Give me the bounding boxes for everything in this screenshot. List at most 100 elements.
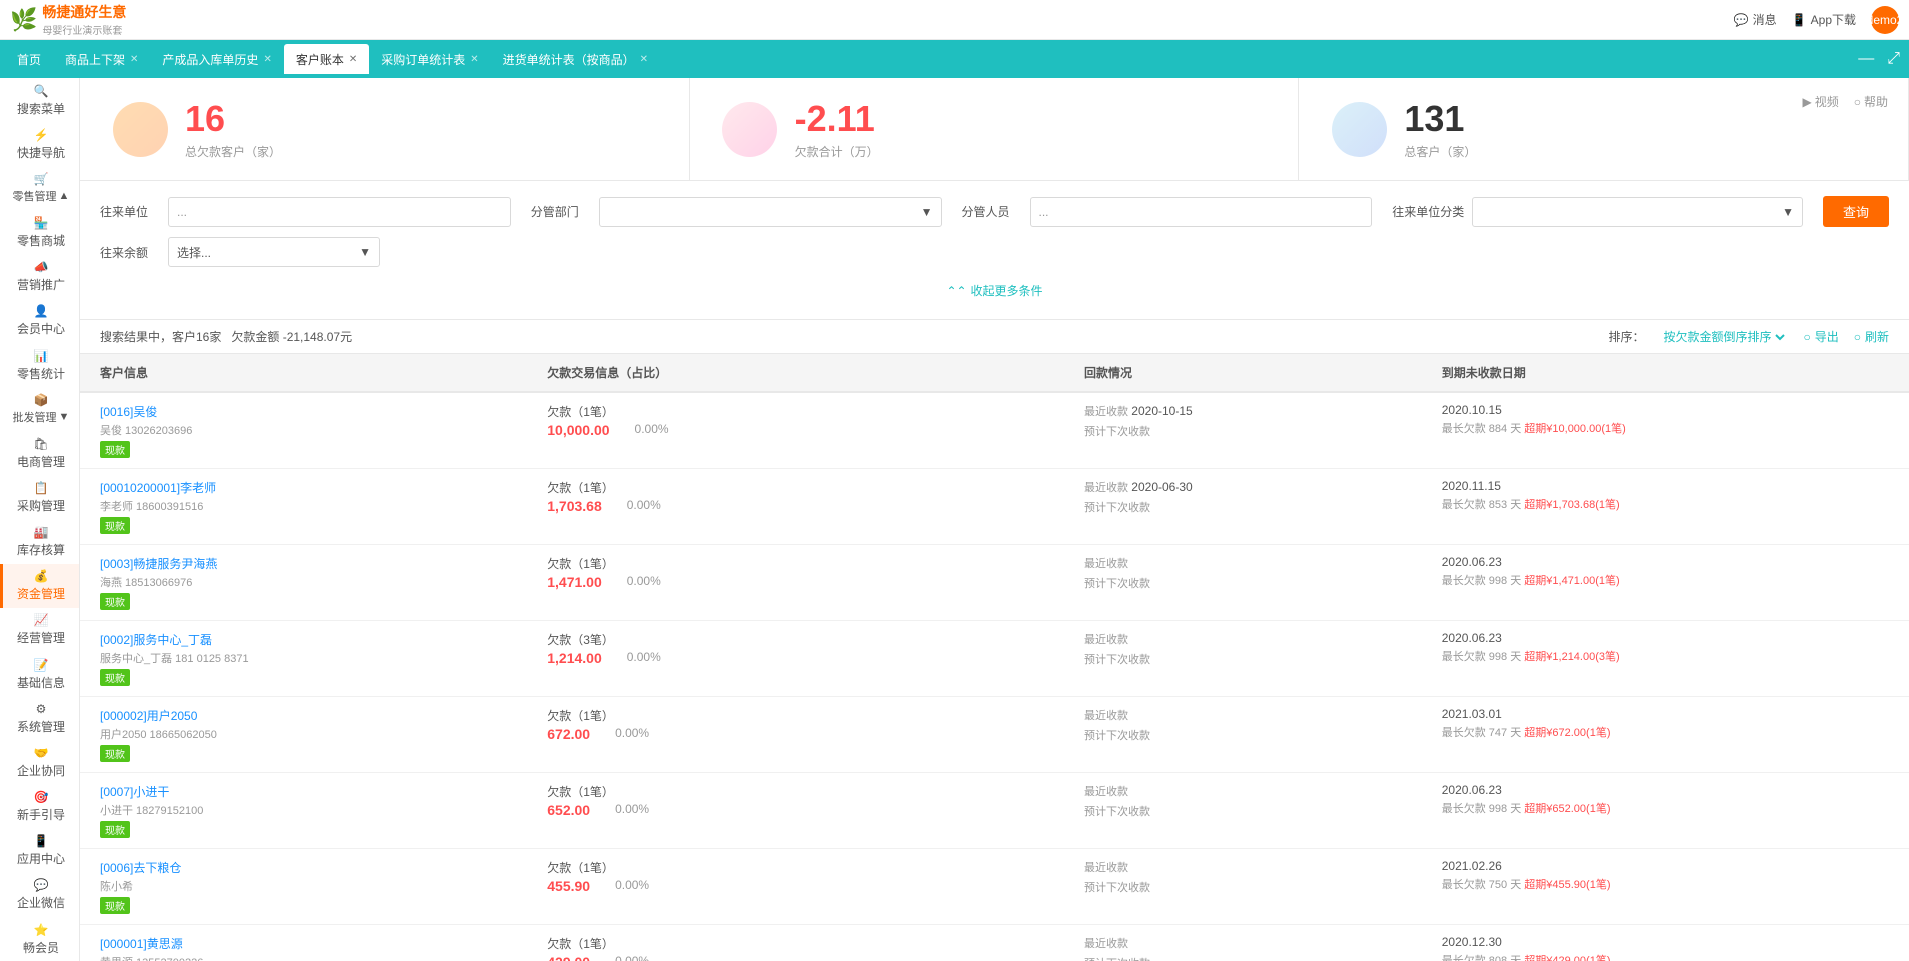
overdue-info-2: 最长欠款 998 天 超期¥1,471.00(1笔): [1442, 572, 1889, 588]
collapse-button[interactable]: ⌃⌃ 收起更多条件: [946, 282, 1042, 299]
close-icon[interactable]: ✕: [640, 54, 648, 65]
sidebar-item-finance[interactable]: 💰 资金管理: [0, 564, 79, 608]
balance-select[interactable]: 选择... ▼: [168, 237, 380, 267]
overdue-amount-2[interactable]: 超期¥1,471.00(1笔): [1524, 575, 1619, 587]
overdue-info-5: 最长欠款 998 天 超期¥652.00(1笔): [1442, 800, 1889, 816]
collection-label-1: 最近收款: [1084, 482, 1128, 494]
video-btn[interactable]: ▶ 视频: [1803, 93, 1839, 110]
table-row: [0016]吴俊 吴俊 13026203696 现款 欠款（1笔） 10,000…: [80, 393, 1909, 469]
sidebar-item-enterprise-coop[interactable]: 🤝 企业协同: [0, 740, 79, 784]
maximize-btn[interactable]: ⤢: [1883, 48, 1904, 70]
sidebar-item-ops-mgmt[interactable]: 📈 经营管理: [0, 608, 79, 652]
sort-select[interactable]: 按欠款金额倒序排序: [1659, 329, 1788, 345]
app-download-btn[interactable]: 📱 App下载: [1792, 11, 1856, 28]
debt-percent-0: 0.00%: [635, 422, 669, 436]
refresh-btn[interactable]: ○ 刷新: [1854, 328, 1889, 345]
tab-customer-account[interactable]: 客户账本 ✕: [284, 44, 369, 74]
sidebar-item-vip-member[interactable]: ⭐ 畅会员: [0, 917, 79, 961]
due-date-6: 2021.02.26: [1442, 859, 1889, 873]
unit-category-select[interactable]: ▼: [1472, 197, 1803, 227]
stat-card-total-customers: 131 总客户（家） ▶ 视频 ○ 帮助: [1299, 78, 1909, 180]
tab-goods-on-off[interactable]: 商品上下架 ✕: [53, 44, 150, 74]
customer-name-1[interactable]: [00010200001]李老师: [100, 479, 547, 496]
customer-name-7[interactable]: [000001]黄思源: [100, 935, 547, 952]
sidebar-item-batch-mgmt[interactable]: 📦 批发管理 ▼: [0, 387, 79, 431]
overdue-amount-0[interactable]: 超期¥10,000.00(1笔): [1524, 423, 1626, 435]
overdue-amount-6[interactable]: 超期¥455.90(1笔): [1524, 879, 1610, 891]
customer-name-5[interactable]: [0007]小进干: [100, 783, 547, 800]
ops-icon: 📈: [34, 613, 49, 627]
close-icon[interactable]: ✕: [263, 54, 271, 65]
date-info-4: 2021.03.01 最长欠款 747 天 超期¥672.00(1笔): [1442, 707, 1889, 740]
sidebar-item-marketing[interactable]: 📣 营销推广: [0, 255, 79, 299]
sidebar-item-retail-mgmt[interactable]: 🛒 零售管理 ▲: [0, 166, 79, 210]
sidebar-item-system-mgmt[interactable]: ⚙ 系统管理: [0, 696, 79, 740]
sidebar-item-search-menu[interactable]: 🔍 搜索菜单: [0, 78, 79, 122]
collection-label-2: 最近收款: [1084, 558, 1128, 570]
sidebar-item-new-guide[interactable]: 🎯 新手引导: [0, 785, 79, 829]
close-icon[interactable]: ✕: [349, 54, 357, 65]
sidebar-item-basic-info[interactable]: 📝 基础信息: [0, 652, 79, 696]
tab-import-stats[interactable]: 进货单统计表（按商品） ✕: [491, 44, 660, 74]
collection-info-0: 最近收款 2020-10-15 预计下次收款: [1084, 403, 1442, 439]
retail-mgmt-icon: 🛒: [34, 172, 49, 186]
tab-product-history[interactable]: 产成品入库单历史 ✕: [150, 44, 283, 74]
stat-card-debt-amount: -2.11 欠款合计（万）: [690, 78, 1300, 180]
tab-purchase-order[interactable]: 采购订单统计表 ✕: [369, 44, 490, 74]
message-btn[interactable]: 💬 消息: [1734, 11, 1777, 28]
overdue-amount-5[interactable]: 超期¥652.00(1笔): [1524, 803, 1610, 815]
manager-input[interactable]: ...: [1030, 197, 1373, 227]
purchase-icon: 📋: [34, 481, 49, 495]
overdue-info-3: 最长欠款 998 天 超期¥1,214.00(3笔): [1442, 648, 1889, 664]
date-info-7: 2020.12.30 最长欠款 808 天 超期¥429.00(1笔): [1442, 935, 1889, 961]
customer-name-3[interactable]: [0002]服务中心_丁磊: [100, 631, 547, 648]
sidebar-item-enterprise-wechat[interactable]: 💬 企业微信: [0, 873, 79, 917]
sidebar-item-inventory[interactable]: 🏭 库存核算: [0, 520, 79, 564]
help-btn[interactable]: ○ 帮助: [1854, 93, 1888, 110]
member-icon: 👤: [34, 304, 49, 318]
overdue-amount-3[interactable]: 超期¥1,214.00(3笔): [1524, 651, 1619, 663]
search-button[interactable]: 查询: [1823, 196, 1889, 227]
overdue-amount-4[interactable]: 超期¥672.00(1笔): [1524, 727, 1610, 739]
filter-area: 往来单位 ... 分管部门 ▼ 分管人员: [80, 181, 1909, 320]
customer-meta-3: 服务中心_丁磊 181 0125 8371: [100, 650, 547, 666]
collection-label-4: 最近收款: [1084, 710, 1128, 722]
balance-placeholder: 选择...: [177, 244, 211, 261]
customer-name-6[interactable]: [0006]去下粮仓: [100, 859, 547, 876]
finance-icon: 💰: [34, 569, 49, 583]
customer-info-0: [0016]吴俊 吴俊 13026203696 现款: [100, 403, 547, 458]
department-select[interactable]: ▼: [599, 197, 942, 227]
customer-meta-0: 吴俊 13026203696: [100, 422, 547, 438]
due-date-0: 2020.10.15: [1442, 403, 1889, 417]
from-unit-input[interactable]: ...: [168, 197, 511, 227]
sidebar-item-quick-nav[interactable]: ⚡ 快捷导航: [0, 122, 79, 166]
refresh-icon: ○: [1854, 330, 1861, 344]
debt-amount-3: 1,214.00: [547, 650, 602, 666]
minimize-btn[interactable]: —: [1854, 48, 1878, 70]
customer-name-2[interactable]: [0003]畅捷服务尹海燕: [100, 555, 547, 572]
app-center-icon: 📱: [34, 834, 49, 848]
close-icon[interactable]: ✕: [130, 54, 138, 65]
tab-home[interactable]: 首页: [5, 44, 53, 74]
sidebar-item-purchase-mgmt[interactable]: 📋 采购管理: [0, 475, 79, 519]
content-area: 16 总欠款客户（家） -2.11 欠款合计（万）: [80, 78, 1909, 961]
customer-name-4[interactable]: [000002]用户2050: [100, 707, 547, 724]
collection-label-0: 最近收款: [1084, 406, 1128, 418]
sidebar-item-app-center[interactable]: 📱 应用中心: [0, 829, 79, 873]
overdue-amount-7[interactable]: 超期¥429.00(1笔): [1524, 955, 1610, 961]
overdue-amount-1[interactable]: 超期¥1,703.68(1笔): [1524, 499, 1619, 511]
manager-label: 分管人员: [962, 203, 1022, 220]
close-icon[interactable]: ✕: [470, 54, 478, 65]
debt-count-3: 欠款（3笔）: [547, 631, 1084, 648]
sidebar-item-ecommerce[interactable]: 🛍 电商管理: [0, 431, 79, 475]
export-btn[interactable]: ○ 导出: [1803, 328, 1838, 345]
debt-amount-1: 1,703.68: [547, 498, 602, 514]
sidebar-item-retail-stats[interactable]: 📊 零售统计: [0, 343, 79, 387]
customer-name-0[interactable]: [0016]吴俊: [100, 403, 547, 420]
sidebar-item-member-center[interactable]: 👤 会员中心: [0, 299, 79, 343]
debt-customers-icon: [110, 99, 170, 159]
sidebar-item-retail-mall[interactable]: 🏪 零售商城: [0, 210, 79, 254]
quick-nav-icon: ⚡: [34, 128, 49, 142]
user-profile[interactable]: demo2: [1871, 6, 1899, 34]
collection-info-4: 最近收款 预计下次收款: [1084, 707, 1442, 743]
